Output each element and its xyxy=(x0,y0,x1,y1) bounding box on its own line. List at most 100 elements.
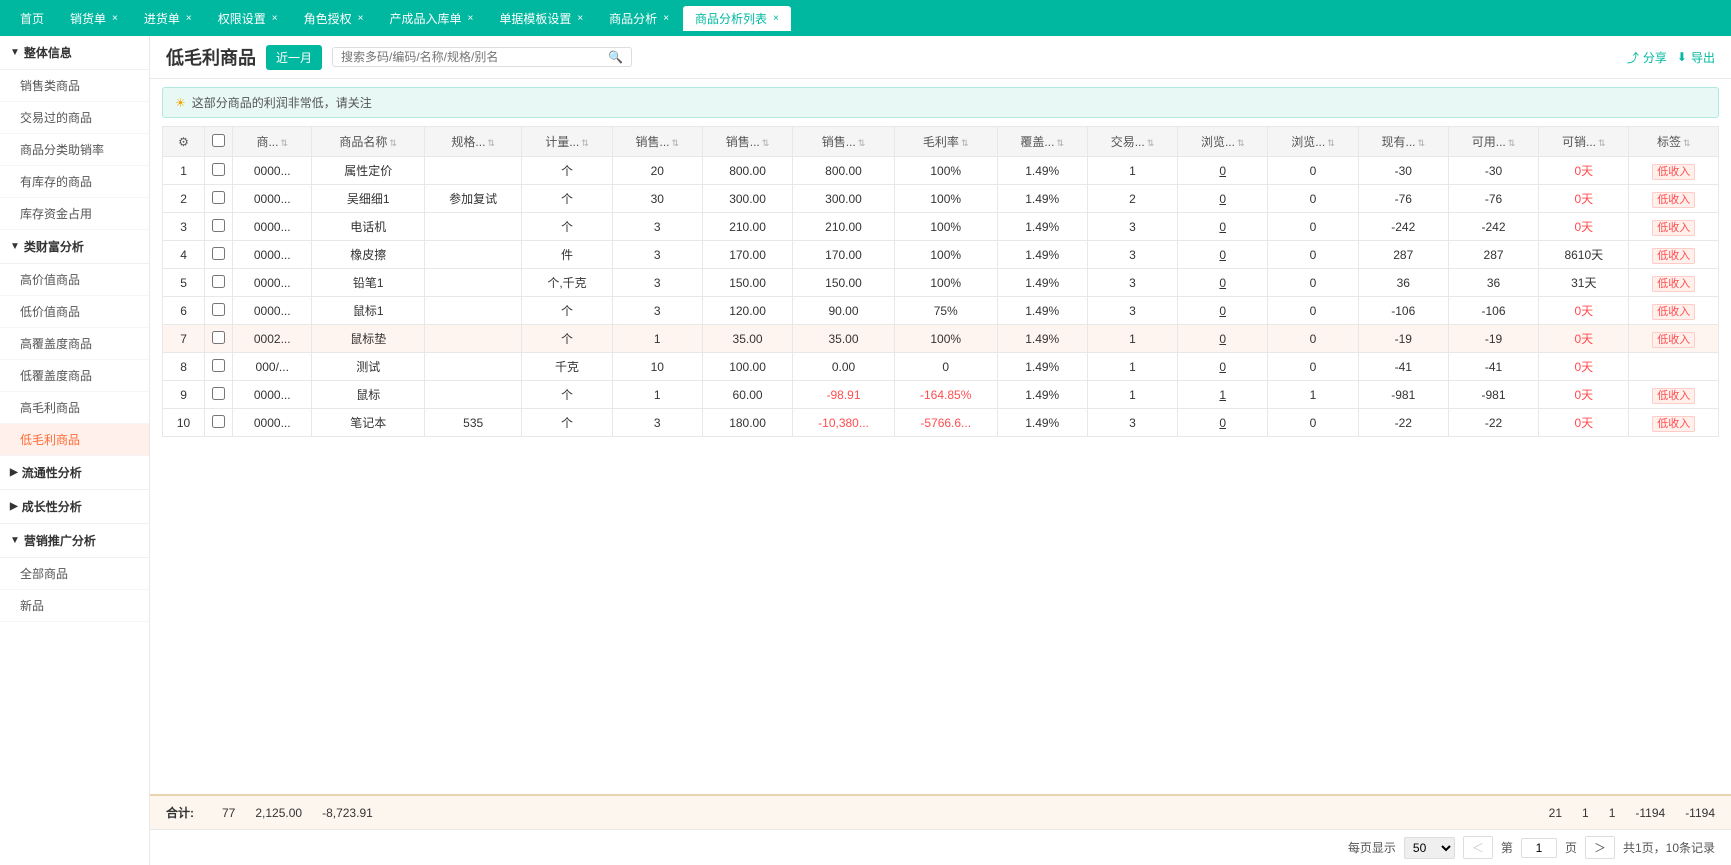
cell-checkbox[interactable] xyxy=(205,185,233,213)
nav-permission[interactable]: 权限设置 × xyxy=(206,6,290,31)
sidebar-item-high-margin[interactable]: 高毛利商品 xyxy=(0,392,149,424)
page-number-input[interactable] xyxy=(1521,838,1557,858)
nav-close-template[interactable]: × xyxy=(577,13,583,24)
share-button[interactable]: ⤴ 分享 xyxy=(1627,49,1667,66)
nav-close-purchase[interactable]: × xyxy=(186,13,192,24)
checkbox-all[interactable] xyxy=(212,134,225,147)
sidebar-item-high-value[interactable]: 高价值商品 xyxy=(0,264,149,296)
cell-view1[interactable]: 0 xyxy=(1178,185,1268,213)
cell-view1[interactable]: 0 xyxy=(1178,297,1268,325)
col-available[interactable]: 可用...⇅ xyxy=(1448,127,1538,157)
col-spec[interactable]: 规格...⇅ xyxy=(425,127,522,157)
row-checkbox[interactable] xyxy=(212,247,225,260)
col-checkbox-all[interactable] xyxy=(205,127,233,157)
cell-unit: 个 xyxy=(522,213,612,241)
nav-close-analysis[interactable]: × xyxy=(663,13,669,24)
row-checkbox[interactable] xyxy=(212,219,225,232)
nav-template-setting[interactable]: 单据模板设置 × xyxy=(487,6,595,31)
sidebar-item-sales-goods[interactable]: 销售类商品 xyxy=(0,70,149,102)
cell-checkbox[interactable] xyxy=(205,353,233,381)
row-checkbox[interactable] xyxy=(212,275,225,288)
col-code[interactable]: 商...⇅ xyxy=(233,127,312,157)
sidebar-group-marketing[interactable]: ▼ 营销推广分析 xyxy=(0,524,149,558)
sidebar-item-traded-goods[interactable]: 交易过的商品 xyxy=(0,102,149,134)
sidebar-item-low-value[interactable]: 低价值商品 xyxy=(0,296,149,328)
col-coverage[interactable]: 覆盖...⇅ xyxy=(997,127,1087,157)
col-sale-profit[interactable]: 销售...⇅ xyxy=(793,127,895,157)
sidebar-group-circulation[interactable]: ▶ 流通性分析 xyxy=(0,456,149,490)
row-checkbox[interactable] xyxy=(212,415,225,428)
cell-checkbox[interactable] xyxy=(205,409,233,437)
col-margin-rate[interactable]: 毛利率⇅ xyxy=(894,127,997,157)
cell-margin-rate: 75% xyxy=(894,297,997,325)
cell-checkbox[interactable] xyxy=(205,381,233,409)
cell-checkbox[interactable] xyxy=(205,213,233,241)
cell-view1[interactable]: 0 xyxy=(1178,325,1268,353)
col-name[interactable]: 商品名称⇅ xyxy=(312,127,425,157)
cell-view1[interactable]: 1 xyxy=(1178,381,1268,409)
sidebar-item-low-margin[interactable]: 低毛利商品 xyxy=(0,424,149,456)
sidebar-item-stock-funds[interactable]: 库存资金占用 xyxy=(0,198,149,230)
row-checkbox[interactable] xyxy=(212,359,225,372)
cell-tag: 低收入 xyxy=(1629,297,1719,325)
col-tag[interactable]: 标签⇅ xyxy=(1629,127,1719,157)
cell-tag xyxy=(1629,353,1719,381)
cell-view1[interactable]: 0 xyxy=(1178,157,1268,185)
date-filter-button[interactable]: 近一月 xyxy=(266,45,322,70)
row-checkbox[interactable] xyxy=(212,191,225,204)
sidebar-item-new-goods[interactable]: 新品 xyxy=(0,590,149,622)
cell-view1[interactable]: 0 xyxy=(1178,241,1268,269)
nav-product-entry[interactable]: 产成品入库单 × xyxy=(377,6,485,31)
col-view2[interactable]: 浏览...⇅ xyxy=(1268,127,1358,157)
sidebar-item-stock-goods[interactable]: 有库存的商品 xyxy=(0,166,149,198)
col-saleable[interactable]: 可销...⇅ xyxy=(1539,127,1629,157)
search-input[interactable] xyxy=(341,50,608,64)
cell-view1[interactable]: 0 xyxy=(1178,269,1268,297)
col-current[interactable]: 现有...⇅ xyxy=(1358,127,1448,157)
sidebar-item-all-goods[interactable]: 全部商品 xyxy=(0,558,149,590)
row-checkbox[interactable] xyxy=(212,331,225,344)
cell-checkbox[interactable] xyxy=(205,325,233,353)
page-size-label: 每页显示 xyxy=(1348,839,1396,856)
sidebar-group-overall[interactable]: ▼ 整体信息 xyxy=(0,36,149,70)
nav-close-sales[interactable]: × xyxy=(112,13,118,24)
nav-role-auth[interactable]: 角色授权 × xyxy=(292,6,376,31)
export-button[interactable]: ⬇ 导出 xyxy=(1677,49,1715,66)
nav-sales-order[interactable]: 销货单 × xyxy=(58,6,130,31)
cell-view1[interactable]: 0 xyxy=(1178,409,1268,437)
nav-close-analysis-list[interactable]: × xyxy=(773,13,779,24)
row-checkbox[interactable] xyxy=(212,387,225,400)
cell-checkbox[interactable] xyxy=(205,297,233,325)
row-checkbox[interactable] xyxy=(212,163,225,176)
page-size-select[interactable]: 20 50 100 200 xyxy=(1404,837,1455,859)
col-view1[interactable]: 浏览...⇅ xyxy=(1178,127,1268,157)
nav-close-role[interactable]: × xyxy=(358,13,364,24)
col-sale-count[interactable]: 销售...⇅ xyxy=(612,127,702,157)
sidebar-group-wealth[interactable]: ▼ 类财富分析 xyxy=(0,230,149,264)
row-checkbox[interactable] xyxy=(212,303,225,316)
search-icon[interactable]: 🔍 xyxy=(608,50,623,64)
next-page-button[interactable]: ＞ xyxy=(1585,836,1615,859)
sidebar-group-growth[interactable]: ▶ 成长性分析 xyxy=(0,490,149,524)
nav-purchase-order[interactable]: 进货单 × xyxy=(132,6,204,31)
cell-checkbox[interactable] xyxy=(205,241,233,269)
col-settings[interactable]: ⚙ xyxy=(163,127,205,157)
nav-close-product[interactable]: × xyxy=(467,13,473,24)
sidebar-item-category-rate[interactable]: 商品分类助销率 xyxy=(0,134,149,166)
cell-checkbox[interactable] xyxy=(205,157,233,185)
cell-saleable: 0天 xyxy=(1539,185,1629,213)
col-sale-price[interactable]: 销售...⇅ xyxy=(702,127,792,157)
cell-view1[interactable]: 0 xyxy=(1178,213,1268,241)
nav-goods-analysis[interactable]: 商品分析 × xyxy=(597,6,681,31)
col-unit[interactable]: 计量...⇅ xyxy=(522,127,612,157)
nav-close-permission[interactable]: × xyxy=(272,13,278,24)
nav-goods-analysis-list[interactable]: 商品分析列表 × xyxy=(683,6,791,31)
nav-home[interactable]: 首页 xyxy=(8,6,56,31)
prev-page-button[interactable]: ＜ xyxy=(1463,836,1493,859)
cell-view1[interactable]: 0 xyxy=(1178,353,1268,381)
cell-checkbox[interactable] xyxy=(205,269,233,297)
col-transaction[interactable]: 交易...⇅ xyxy=(1087,127,1177,157)
cell-current: 36 xyxy=(1358,269,1448,297)
sidebar-item-high-coverage[interactable]: 高覆盖度商品 xyxy=(0,328,149,360)
sidebar-item-low-coverage[interactable]: 低覆盖度商品 xyxy=(0,360,149,392)
